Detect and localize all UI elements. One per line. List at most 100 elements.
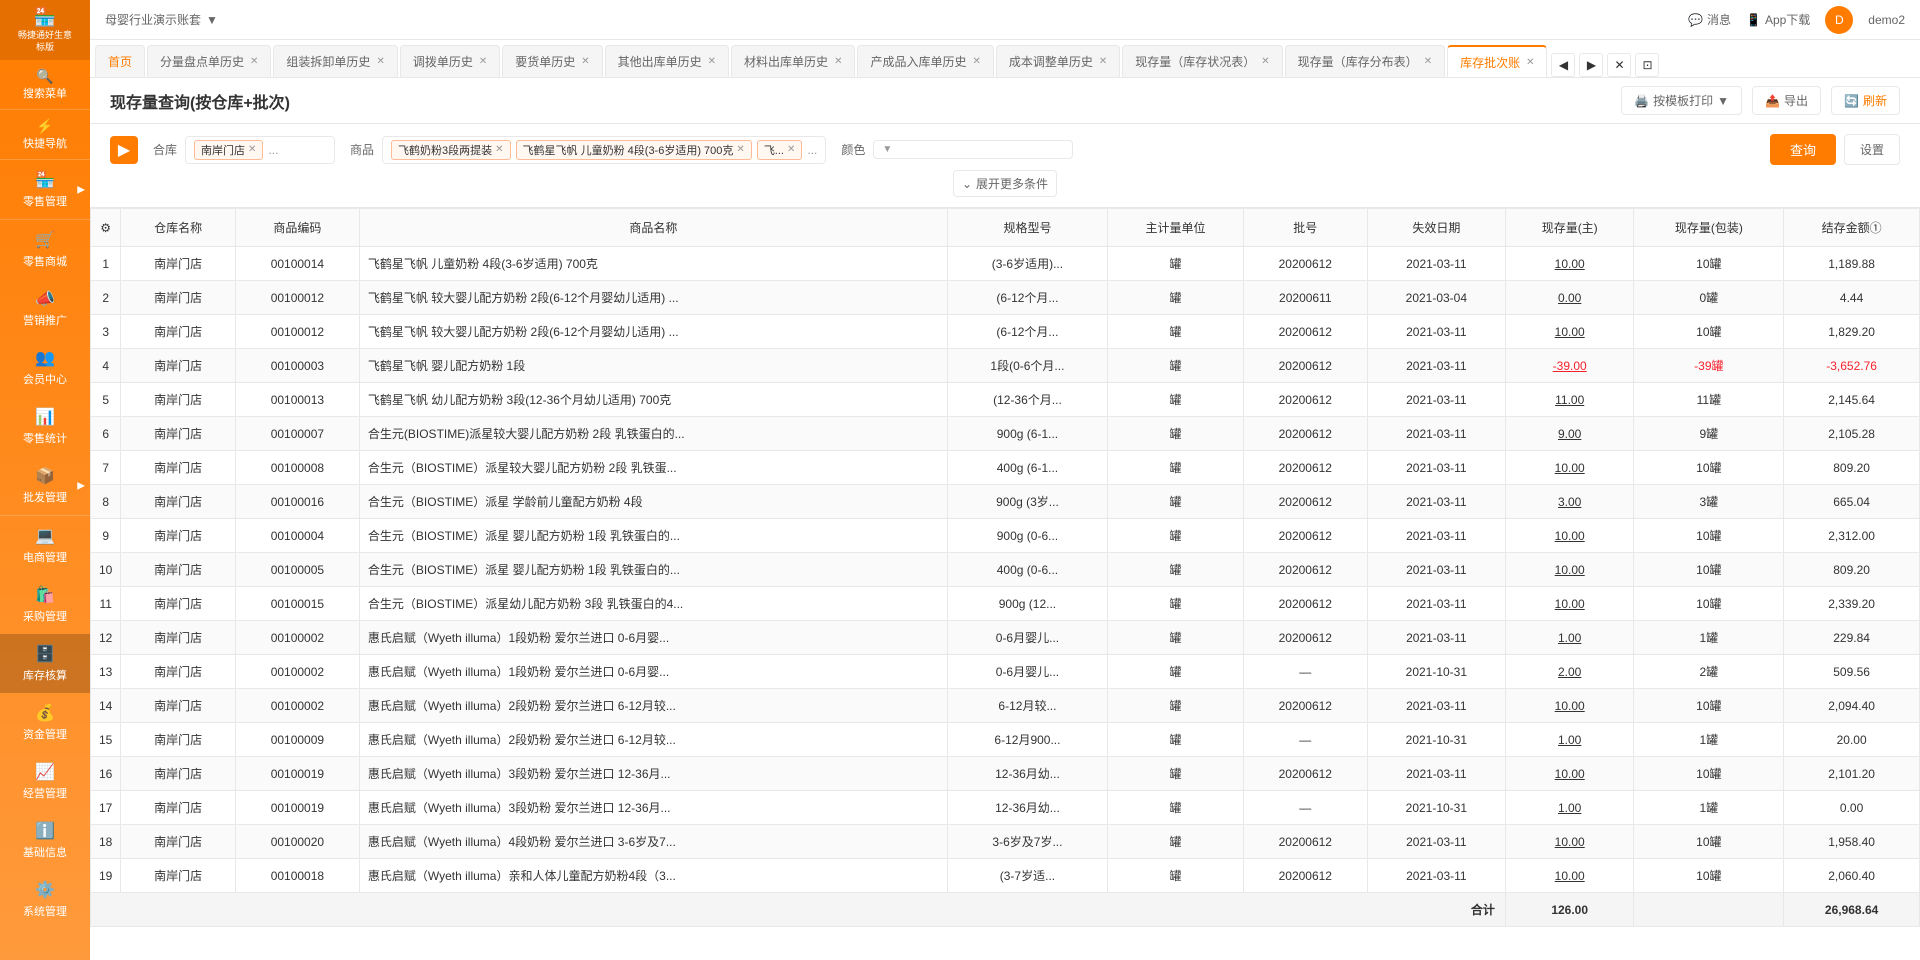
tab-4-close[interactable]: ✕ (581, 56, 589, 67)
sidebar-item-purchase[interactable]: 🛍️ 采购管理 (0, 575, 90, 634)
sidebar-item-retail-stats[interactable]: 📊 零售统计 (0, 397, 90, 456)
table-row: 5 南岸门店 00100013 飞鹤星飞帆 幼儿配方奶粉 3段(12-36个月幼… (91, 383, 1920, 417)
warehouse-tag-1[interactable]: 南岸门店 ✕ (194, 140, 263, 160)
row-qty-main[interactable]: 10.00 (1505, 689, 1634, 723)
row-qty-main[interactable]: 9.00 (1505, 417, 1634, 451)
product-tag-2[interactable]: 飞鹤星飞帆 儿童奶粉 4段(3-6岁适用) 700克 ✕ (516, 140, 752, 160)
product-tag-2-close[interactable]: ✕ (736, 144, 744, 155)
product-tag-3-close[interactable]: ✕ (787, 144, 795, 155)
export-button[interactable]: 📤 导出 (1752, 86, 1821, 115)
tab-8-close[interactable]: ✕ (1099, 56, 1107, 67)
sidebar-item-system[interactable]: ⚙️ 系统管理 (0, 870, 90, 929)
tab-9[interactable]: 现存量（库存状况表） ✕ (1122, 45, 1282, 77)
tab-4[interactable]: 要货单历史 ✕ (502, 45, 602, 77)
sidebar-item-basic-info[interactable]: ℹ️ 基础信息 (0, 811, 90, 870)
color-tag-container[interactable]: ▼ (873, 140, 1073, 159)
row-qty-main[interactable]: 1.00 (1505, 723, 1634, 757)
sidebar-item-inventory[interactable]: 🗄️ 库存核算 (0, 634, 90, 693)
row-qty-main[interactable]: 10.00 (1505, 247, 1634, 281)
row-qty-main[interactable]: 1.00 (1505, 621, 1634, 655)
app-download-button[interactable]: 📱 App下载 (1746, 11, 1810, 28)
sidebar-item-members[interactable]: 👥 会员中心 (0, 338, 90, 397)
row-no: 17 (91, 791, 121, 825)
sidebar-quick-nav[interactable]: ⚡ 快捷导航 (0, 110, 90, 160)
expand-more-button[interactable]: ⌄ 展开更多条件 (953, 170, 1057, 197)
tab-7[interactable]: 产成品入库单历史 ✕ (857, 45, 993, 77)
table-container[interactable]: ⚙ 仓库名称 商品编码 商品名称 规格型号 主计量单位 批号 失效日期 现存量(… (90, 208, 1920, 960)
row-qty-main[interactable]: 3.00 (1505, 485, 1634, 519)
tab-next-button[interactable]: ▶ (1579, 53, 1603, 77)
product-tag-container[interactable]: 飞鹤奶粉3段两提装 ✕ 飞鹤星飞帆 儿童奶粉 4段(3-6岁适用) 700克 ✕… (382, 136, 826, 164)
tab-8[interactable]: 成本调整单历史 ✕ (996, 45, 1120, 77)
row-qty-main[interactable]: 10.00 (1505, 825, 1634, 859)
row-no: 9 (91, 519, 121, 553)
tab-11-close[interactable]: ✕ (1526, 57, 1534, 68)
tab-close-button[interactable]: ✕ (1607, 53, 1631, 77)
tab-home[interactable]: 首页 (95, 45, 145, 77)
row-qty-main[interactable]: 10.00 (1505, 757, 1634, 791)
product-tag-3[interactable]: 飞... ✕ (757, 140, 803, 160)
tab-2-close[interactable]: ✕ (376, 56, 384, 67)
sidebar-search[interactable]: 🔍 搜索菜单 (0, 60, 90, 110)
row-batch: — (1243, 655, 1367, 689)
row-qty-main[interactable]: 10.00 (1505, 315, 1634, 349)
basic-info-icon: ℹ️ (35, 821, 55, 841)
row-expiry: 2021-03-11 (1367, 417, 1505, 451)
row-qty-main[interactable]: 10.00 (1505, 553, 1634, 587)
user-avatar[interactable]: D (1825, 6, 1853, 34)
row-qty-main[interactable]: 11.00 (1505, 383, 1634, 417)
sidebar-item-retail-mgmt[interactable]: 🏪 零售管理 ▶ (0, 160, 90, 220)
tab-2[interactable]: 组装拆卸单历史 ✕ (273, 45, 397, 77)
tab-7-close[interactable]: ✕ (972, 56, 980, 67)
row-warehouse: 南岸门店 (121, 587, 236, 621)
row-unit: 罐 (1108, 451, 1244, 485)
tab-10-close[interactable]: ✕ (1424, 56, 1432, 67)
tab-5[interactable]: 其他出库单历史 ✕ (605, 45, 729, 77)
col-settings[interactable]: ⚙ (91, 209, 121, 247)
tab-11[interactable]: 库存批次账 ✕ (1447, 45, 1547, 77)
breadcrumb-select[interactable]: 母婴行业演示账套 ▼ (105, 11, 218, 28)
tab-6-close[interactable]: ✕ (834, 56, 842, 67)
row-qty-main[interactable]: 2.00 (1505, 655, 1634, 689)
sidebar-item-marketing[interactable]: 📣 营销推广 (0, 279, 90, 338)
tab-3-close[interactable]: ✕ (479, 56, 487, 67)
row-qty-main[interactable]: 1.00 (1505, 791, 1634, 825)
row-code: 00100015 (235, 587, 359, 621)
tab-1[interactable]: 分量盘点单历史 ✕ (147, 45, 271, 77)
message-button[interactable]: 💬 消息 (1688, 11, 1731, 28)
tab-6[interactable]: 材料出库单历史 ✕ (731, 45, 855, 77)
settings-button[interactable]: 设置 (1844, 134, 1900, 165)
tab-maximize-button[interactable]: ⊡ (1635, 53, 1659, 77)
tab-3[interactable]: 调拨单历史 ✕ (400, 45, 500, 77)
row-qty-pkg: 10罐 (1634, 587, 1784, 621)
row-spec: 6-12月900... (947, 723, 1107, 757)
warehouse-tag-close[interactable]: ✕ (248, 144, 256, 155)
tab-9-close[interactable]: ✕ (1261, 56, 1269, 67)
sidebar-item-finance[interactable]: 💰 资金管理 (0, 693, 90, 752)
row-qty-pkg: -39罐 (1634, 349, 1784, 383)
refresh-button[interactable]: 🔄 刷新 (1831, 86, 1900, 115)
query-button[interactable]: 查询 (1770, 134, 1836, 165)
row-qty-main[interactable]: 0.00 (1505, 281, 1634, 315)
tab-5-close[interactable]: ✕ (708, 56, 716, 67)
tab-4-label: 要货单历史 (515, 53, 575, 70)
row-qty-main[interactable]: 10.00 (1505, 451, 1634, 485)
row-qty-main[interactable]: 10.00 (1505, 519, 1634, 553)
row-no: 13 (91, 655, 121, 689)
tab-1-close[interactable]: ✕ (250, 56, 258, 67)
row-qty-main[interactable]: 10.00 (1505, 587, 1634, 621)
row-amount: 2,060.40 (1784, 859, 1920, 893)
expand-filter-button[interactable]: ▶ (110, 136, 138, 164)
product-tag-1-close[interactable]: ✕ (495, 144, 503, 155)
warehouse-tag-container[interactable]: 南岸门店 ✕ ... (185, 136, 335, 164)
tab-prev-button[interactable]: ◀ (1551, 53, 1575, 77)
template-print-button[interactable]: 🖨️ 按模板打印 ▼ (1621, 86, 1742, 115)
row-qty-main[interactable]: 10.00 (1505, 859, 1634, 893)
sidebar-item-ecommerce[interactable]: 💻 电商管理 (0, 516, 90, 575)
product-tag-1[interactable]: 飞鹤奶粉3段两提装 ✕ (391, 140, 511, 160)
sidebar-item-operations[interactable]: 📈 经营管理 (0, 752, 90, 811)
sidebar-item-wholesale[interactable]: 📦 批发管理 ▶ (0, 456, 90, 516)
row-qty-main[interactable]: -39.00 (1505, 349, 1634, 383)
tab-10[interactable]: 现存量（库存分布表） ✕ (1285, 45, 1445, 77)
sidebar-item-retail-mall[interactable]: 🛒 零售商城 (0, 220, 90, 279)
